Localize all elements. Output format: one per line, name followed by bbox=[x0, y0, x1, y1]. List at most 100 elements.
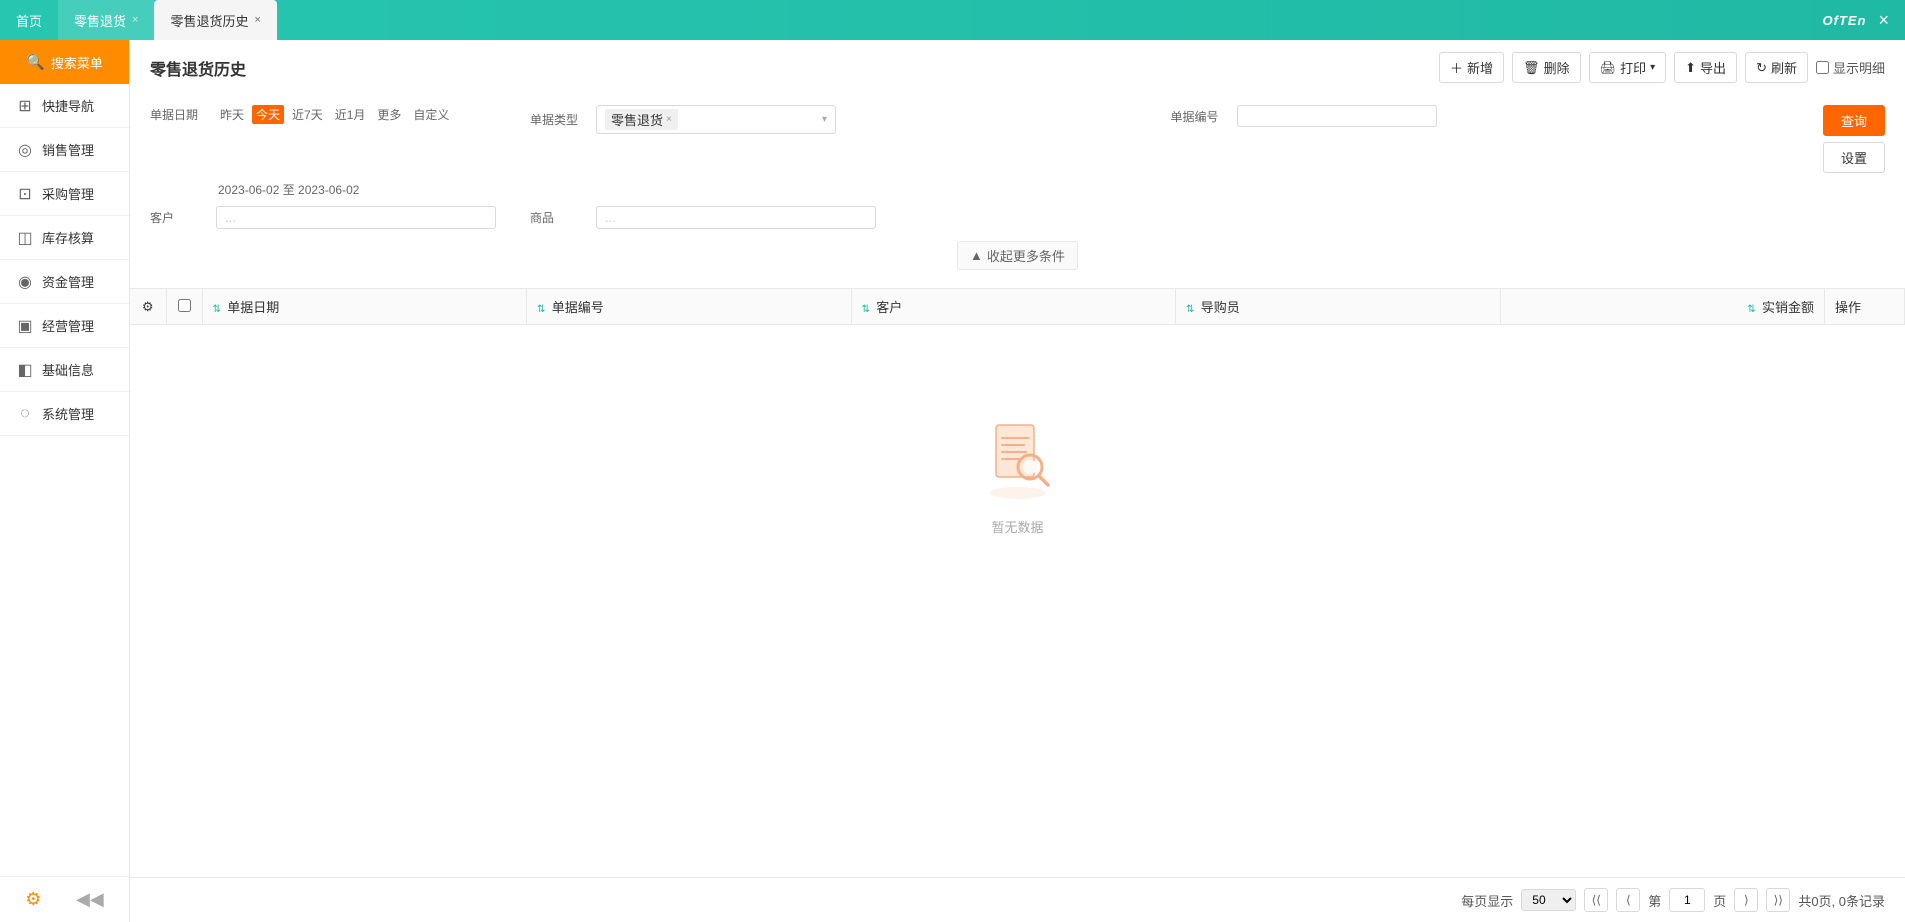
collapse-button[interactable]: ▲ 收起更多条件 bbox=[957, 241, 1078, 270]
empty-state-text: 暂无数据 bbox=[991, 517, 1043, 536]
sidebar-item-finance[interactable]: ◉ 资金管理 bbox=[0, 260, 129, 304]
sidebar-item-inventory[interactable]: ◫ 库存核算 bbox=[0, 216, 129, 260]
data-table: ⚙ ⇅ 单据日期 ⇅ 单据编号 bbox=[130, 289, 1905, 325]
sidebar: 🔍 搜索菜单 ⊞ 快捷导航 ◎ 销售管理 ⊡ 采购管理 ◫ 库存核算 ◉ 资金管… bbox=[0, 40, 130, 922]
page-size-select[interactable]: 50 20 100 bbox=[1521, 889, 1576, 911]
settings-gear-icon[interactable]: ⚙ bbox=[25, 889, 41, 910]
query-setting-col: 查询 设置 bbox=[1811, 105, 1885, 173]
topbar-right: OfTEn × bbox=[1822, 10, 1905, 31]
delete-button[interactable]: 🗑 删除 bbox=[1512, 52, 1581, 83]
next-page-button[interactable]: ⟩ bbox=[1734, 888, 1758, 912]
tab-home[interactable]: 首页 bbox=[0, 0, 58, 40]
print-button[interactable]: 🖨 打印 ▾ bbox=[1589, 52, 1667, 83]
sidebar-item-operations-label: 经营管理 bbox=[42, 316, 94, 335]
sidebar-item-quick-nav-label: 快捷导航 bbox=[42, 96, 94, 115]
tab-retail-return-history[interactable]: 零售退货历史 × bbox=[154, 0, 276, 40]
settings-col-icon: ⚙ bbox=[142, 299, 154, 314]
empty-state-icon bbox=[968, 405, 1068, 505]
table-header: ⚙ ⇅ 单据日期 ⇅ 单据编号 bbox=[130, 289, 1905, 325]
date-opt-yesterday[interactable]: 昨天 bbox=[216, 105, 248, 124]
date-col-label: 单据日期 bbox=[227, 300, 279, 315]
type-tag: 零售退货 × bbox=[605, 109, 678, 130]
date-options: 昨天 今天 近7天 近1月 更多 自定义 bbox=[216, 105, 453, 124]
show-detail-checkbox[interactable]: 显示明细 bbox=[1816, 58, 1885, 77]
purchase-icon: ⊡ bbox=[16, 185, 34, 203]
sidebar-item-system-mgmt[interactable]: ◌ 系统管理 bbox=[0, 392, 129, 436]
show-detail-label: 显示明细 bbox=[1833, 58, 1885, 77]
voucher-no-label: 单据编号 bbox=[1171, 108, 1231, 125]
date-opt-more[interactable]: 更多 bbox=[373, 105, 405, 124]
sidebar-item-quick-nav[interactable]: ⊞ 快捷导航 bbox=[0, 84, 129, 128]
tab-retail-return[interactable]: 零售退货 × bbox=[58, 0, 154, 40]
date-range-display: 2023-06-02 至 2023-06-02 bbox=[218, 181, 359, 198]
delete-label: 删除 bbox=[1544, 58, 1570, 77]
type-filter-select[interactable]: 零售退货 × ▾ bbox=[596, 105, 836, 134]
refresh-button[interactable]: ↻ 刷新 bbox=[1745, 52, 1808, 83]
first-page-button[interactable]: ⟨⟨ bbox=[1584, 888, 1608, 912]
date-opt-custom[interactable]: 自定义 bbox=[409, 105, 453, 124]
type-tag-close[interactable]: × bbox=[666, 114, 672, 125]
voucher-no-col-header[interactable]: ⇅ 单据编号 bbox=[527, 289, 852, 325]
refresh-icon: ↻ bbox=[1756, 60, 1767, 76]
type-filter-label: 单据类型 bbox=[530, 111, 590, 128]
sidebar-bottom: ⚙ ◀◀ bbox=[0, 876, 129, 922]
sidebar-item-purchase-mgmt[interactable]: ⊡ 采购管理 bbox=[0, 172, 129, 216]
page-title: 零售退货历史 bbox=[150, 56, 246, 80]
voucher-no-col-sort-icon: ⇅ bbox=[537, 304, 545, 315]
print-icon: 🖨 bbox=[1600, 60, 1617, 76]
prev-page-button[interactable]: ⟨ bbox=[1616, 888, 1640, 912]
export-button[interactable]: ⬆ 导出 bbox=[1674, 52, 1737, 83]
amount-col-header[interactable]: ⇅ 实销金额 bbox=[1500, 289, 1825, 325]
sidebar-item-sales-mgmt[interactable]: ◎ 销售管理 bbox=[0, 128, 129, 172]
collapse-icon: ▲ bbox=[970, 248, 983, 263]
tab-retail-return-history-label: 零售退货历史 bbox=[170, 11, 248, 30]
query-button[interactable]: 查询 bbox=[1823, 105, 1885, 136]
voucher-no-input[interactable] bbox=[1237, 105, 1437, 127]
customer-filter-select[interactable]: ... bbox=[216, 206, 496, 229]
operations-icon: ▣ bbox=[16, 317, 34, 335]
audio-icon[interactable]: ◀◀ bbox=[76, 889, 104, 910]
window-close-icon[interactable]: × bbox=[1878, 10, 1889, 31]
guide-col-sort-icon: ⇅ bbox=[1186, 304, 1194, 315]
sidebar-item-system-mgmt-label: 系统管理 bbox=[42, 404, 94, 423]
new-icon: ＋ bbox=[1450, 58, 1463, 77]
date-opt-7days[interactable]: 近7天 bbox=[288, 105, 327, 124]
goods-filter-select[interactable]: ... bbox=[596, 206, 876, 229]
delete-icon: 🗑 bbox=[1523, 60, 1540, 76]
table-area: ⚙ ⇅ 单据日期 ⇅ 单据编号 bbox=[130, 289, 1905, 877]
customer-col-sort-icon: ⇅ bbox=[862, 304, 870, 315]
inventory-icon: ◫ bbox=[16, 229, 34, 247]
new-label: 新增 bbox=[1467, 58, 1493, 77]
table-header-row: ⚙ ⇅ 单据日期 ⇅ 单据编号 bbox=[130, 289, 1905, 325]
date-opt-today[interactable]: 今天 bbox=[252, 105, 284, 124]
date-opt-1month[interactable]: 近1月 bbox=[331, 105, 370, 124]
type-tag-text: 零售退货 bbox=[611, 110, 663, 129]
content-area: 零售退货历史 ＋ 新增 🗑 删除 🖨 打印 ▾ bbox=[130, 40, 1905, 922]
topbar: 首页 零售退货 × 零售退货历史 × OfTEn × bbox=[0, 0, 1905, 40]
setting-button[interactable]: 设置 bbox=[1823, 142, 1885, 173]
sidebar-item-operations[interactable]: ▣ 经营管理 bbox=[0, 304, 129, 348]
total-records-label: 共0页, 0条记录 bbox=[1798, 891, 1885, 910]
sidebar-item-basic-info[interactable]: ◧ 基础信息 bbox=[0, 348, 129, 392]
date-col-header[interactable]: ⇅ 单据日期 bbox=[202, 289, 527, 325]
pagination-bar: 每页显示 50 20 100 ⟨⟨ ⟨ 第 页 ⟩ ⟩⟩ 共0页, 0条记录 bbox=[130, 877, 1905, 922]
page-number-input[interactable] bbox=[1669, 888, 1705, 912]
select-all-checkbox[interactable] bbox=[178, 299, 191, 312]
new-button[interactable]: ＋ 新增 bbox=[1439, 52, 1504, 83]
customer-col-header[interactable]: ⇅ 客户 bbox=[851, 289, 1176, 325]
collapse-label: 收起更多条件 bbox=[987, 246, 1065, 265]
amount-col-label: 实销金额 bbox=[1762, 300, 1814, 315]
show-detail-input[interactable] bbox=[1816, 61, 1829, 74]
search-menu-button[interactable]: 🔍 搜索菜单 bbox=[0, 40, 129, 84]
tab-retail-return-history-close-icon[interactable]: × bbox=[254, 14, 260, 26]
last-page-button[interactable]: ⟩⟩ bbox=[1766, 888, 1790, 912]
search-icon: 🔍 bbox=[26, 53, 45, 71]
tab-retail-return-close-icon[interactable]: × bbox=[132, 14, 138, 26]
tab-retail-return-label: 零售退货 bbox=[74, 11, 126, 30]
refresh-label: 刷新 bbox=[1771, 58, 1797, 77]
sidebar-item-basic-info-label: 基础信息 bbox=[42, 360, 94, 379]
export-label: 导出 bbox=[1700, 58, 1726, 77]
settings-col-header[interactable]: ⚙ bbox=[130, 289, 166, 325]
quick-nav-icon: ⊞ bbox=[16, 97, 34, 115]
guide-col-header[interactable]: ⇅ 导购员 bbox=[1176, 289, 1501, 325]
